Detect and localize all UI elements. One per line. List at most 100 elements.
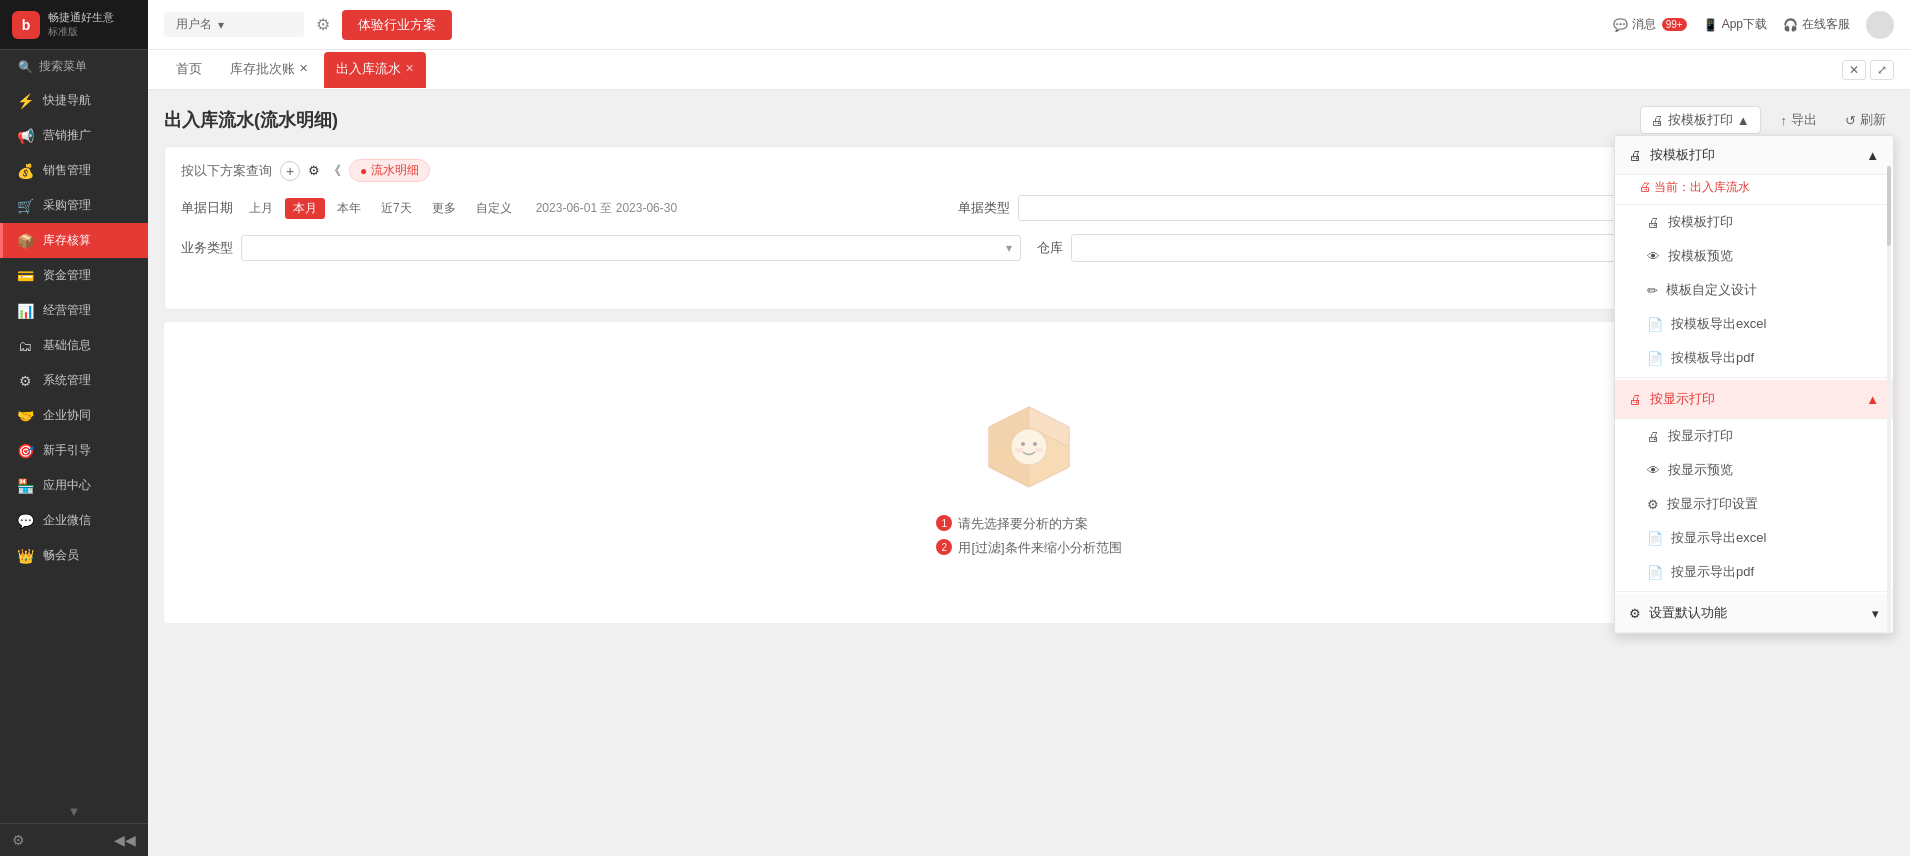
- refresh-btn[interactable]: ↺ 刷新: [1837, 107, 1894, 133]
- user-selector[interactable]: 用户名 ▾: [164, 12, 304, 37]
- template-print-header[interactable]: 🖨 按模板打印 ▲: [1615, 136, 1893, 175]
- home-tab-label: 首页: [176, 60, 202, 78]
- search-menu[interactable]: 🔍 搜索菜单: [0, 50, 148, 83]
- logo-sub: 标准版: [48, 25, 114, 39]
- topbar-gear-icon[interactable]: ⚙: [316, 15, 330, 34]
- message-btn[interactable]: 💬 消息 99+: [1613, 16, 1687, 33]
- page-content: 出入库流水(流水明细) 🖨 按模板打印 ▲ ↑ 导出 ↺ 刷新: [148, 90, 1910, 856]
- app-download-icon: 📱: [1703, 18, 1718, 32]
- empty-tip-2: 2 用[过滤]条件来缩小分析范围: [936, 539, 1121, 557]
- sidebar-item-quick-nav[interactable]: ⚡ 快捷导航: [0, 83, 148, 118]
- date-opt-last-month[interactable]: 上月: [241, 198, 281, 219]
- sidebar-item-appstore[interactable]: 🏪 应用中心: [0, 468, 148, 503]
- dropdown-divider: [1615, 377, 1893, 378]
- filter-tag-label: 流水明细: [371, 162, 419, 179]
- current-template-icon: 🖨: [1639, 180, 1651, 194]
- sidebar-item-label: 营销推广: [43, 127, 91, 144]
- tip-num-2: 2: [936, 539, 952, 555]
- tab-inventory-batch[interactable]: 库存批次账 ✕: [218, 52, 320, 88]
- date-opt-custom[interactable]: 自定义: [468, 198, 520, 219]
- filter-add-btn[interactable]: +: [280, 161, 300, 181]
- template-preview-label: 按模板预览: [1668, 247, 1733, 265]
- default-settings-item[interactable]: ⚙ 设置默认功能 ▾: [1615, 594, 1893, 633]
- template-print-item[interactable]: 🖨 按模板打印: [1615, 205, 1893, 239]
- display-export-pdf-label: 按显示导出pdf: [1671, 563, 1754, 581]
- quick-nav-icon: ⚡: [15, 93, 35, 109]
- online-service-btn[interactable]: 🎧 在线客服: [1783, 16, 1850, 33]
- page-actions: 🖨 按模板打印 ▲ ↑ 导出 ↺ 刷新: [1640, 106, 1894, 134]
- date-opt-7days[interactable]: 近7天: [373, 198, 420, 219]
- purchase-icon: 🛒: [15, 198, 35, 214]
- app-download-btn[interactable]: 📱 App下载: [1703, 16, 1767, 33]
- filter-settings-icon[interactable]: ⚙: [308, 163, 320, 178]
- display-print-settings-label: 按显示打印设置: [1667, 495, 1758, 513]
- guide-icon: 🎯: [15, 443, 35, 459]
- inout-flow-tab-label: 出入库流水: [336, 60, 401, 78]
- operations-icon: 📊: [15, 303, 35, 319]
- settings-footer-icon[interactable]: ⚙: [12, 832, 25, 848]
- template-preview-item[interactable]: 👁 按模板预览: [1615, 239, 1893, 273]
- sidebar-item-finance[interactable]: 💳 资金管理: [0, 258, 148, 293]
- page-header: 出入库流水(流水明细) 🖨 按模板打印 ▲ ↑ 导出 ↺ 刷新: [164, 106, 1894, 134]
- default-settings-label: 设置默认功能: [1649, 604, 1727, 622]
- display-preview-item[interactable]: 👁 按显示预览: [1615, 453, 1893, 487]
- refresh-label: 刷新: [1860, 111, 1886, 129]
- collapse-sidebar-icon[interactable]: ◀◀: [114, 832, 136, 848]
- svg-point-8: [1015, 448, 1023, 453]
- sidebar-item-label: 系统管理: [43, 372, 91, 389]
- chevron-up-template-icon: ▲: [1866, 148, 1879, 163]
- tab-maximize-btn[interactable]: ⤢: [1870, 60, 1894, 80]
- tab-close-all-btn[interactable]: ✕: [1842, 60, 1866, 80]
- date-opt-more[interactable]: 更多: [424, 198, 464, 219]
- sidebar-item-basic[interactable]: 🗂 基础信息: [0, 328, 148, 363]
- sidebar-item-sales[interactable]: 💰 销售管理: [0, 153, 148, 188]
- tab-home[interactable]: 首页: [164, 52, 214, 88]
- display-pdf-icon: 📄: [1647, 565, 1663, 580]
- template-export-pdf-item[interactable]: 📄 按模板导出pdf: [1615, 341, 1893, 375]
- sidebar-item-label: 企业微信: [43, 512, 91, 529]
- sidebar-item-operations[interactable]: 📊 经营管理: [0, 293, 148, 328]
- template-preview-icon: 👁: [1647, 249, 1660, 264]
- search-menu-label: 搜索菜单: [39, 58, 87, 75]
- date-opt-this-year[interactable]: 本年: [329, 198, 369, 219]
- sidebar-item-label: 快捷导航: [43, 92, 91, 109]
- sidebar-item-system[interactable]: ⚙ 系统管理: [0, 363, 148, 398]
- filter-collapse-icon[interactable]: 《: [328, 162, 341, 180]
- sidebar-item-label: 经营管理: [43, 302, 91, 319]
- tab-close-inventory-batch[interactable]: ✕: [299, 62, 308, 75]
- sidebar-item-member[interactable]: 👑 畅会员: [0, 538, 148, 573]
- display-export-pdf-item[interactable]: 📄 按显示导出pdf: [1615, 555, 1893, 589]
- sidebar-item-wechat[interactable]: 💬 企业微信: [0, 503, 148, 538]
- chevron-down-settings-icon: ▾: [1872, 606, 1879, 621]
- display-print-item[interactable]: 🖨 按显示打印: [1615, 419, 1893, 453]
- member-icon: 👑: [15, 548, 35, 564]
- sidebar-item-label: 应用中心: [43, 477, 91, 494]
- display-export-excel-item[interactable]: 📄 按显示导出excel: [1615, 521, 1893, 555]
- sidebar-item-guide[interactable]: 🎯 新手引导: [0, 433, 148, 468]
- svg-point-7: [1033, 442, 1037, 446]
- app-download-label: App下载: [1722, 16, 1767, 33]
- template-export-excel-item[interactable]: 📄 按模板导出excel: [1615, 307, 1893, 341]
- sidebar-item-label: 企业协同: [43, 407, 91, 424]
- sidebar-item-purchase[interactable]: 🛒 采购管理: [0, 188, 148, 223]
- sidebar: b 畅捷通好生意 标准版 🔍 搜索菜单 ⚡ 快捷导航 📢 营销推广 💰 销售管理…: [0, 0, 148, 856]
- date-opt-this-month[interactable]: 本月: [285, 198, 325, 219]
- industry-btn[interactable]: 体验行业方案: [342, 10, 452, 40]
- tab-close-inout-flow[interactable]: ✕: [405, 62, 414, 75]
- template-custom-item[interactable]: ✏ 模板自定义设计: [1615, 273, 1893, 307]
- sidebar-item-collab[interactable]: 🤝 企业协同: [0, 398, 148, 433]
- export-btn[interactable]: ↑ 导出: [1773, 107, 1826, 133]
- svg-point-9: [1035, 448, 1043, 453]
- sidebar-item-inventory[interactable]: 📦 库存核算: [0, 223, 148, 258]
- display-print-header[interactable]: 🖨 按显示打印 ▲: [1615, 380, 1893, 419]
- filter-tag[interactable]: ● 流水明细: [349, 159, 430, 182]
- print-template-btn[interactable]: 🖨 按模板打印 ▲: [1640, 106, 1761, 134]
- scrollbar[interactable]: [1887, 166, 1891, 633]
- tab-inout-flow[interactable]: 出入库流水 ✕: [324, 52, 426, 88]
- biz-type-dropdown[interactable]: ▾: [241, 235, 1021, 261]
- sidebar-item-marketing[interactable]: 📢 营销推广: [0, 118, 148, 153]
- avatar[interactable]: [1866, 11, 1894, 39]
- sidebar-scroll-down[interactable]: ▼: [0, 800, 148, 823]
- display-preview-icon: 👁: [1647, 463, 1660, 478]
- display-print-settings-item[interactable]: ⚙ 按显示打印设置: [1615, 487, 1893, 521]
